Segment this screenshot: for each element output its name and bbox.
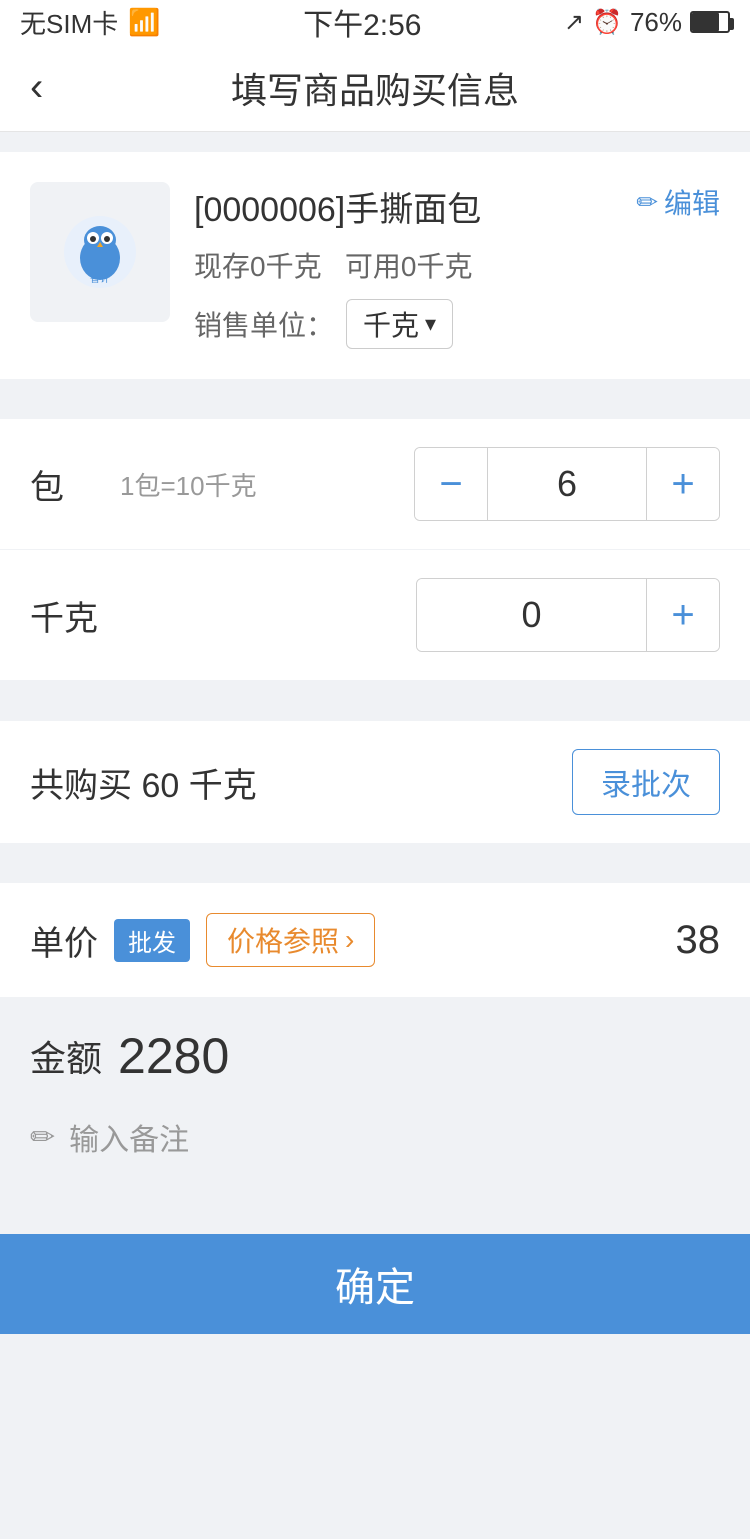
back-button[interactable]: ‹ xyxy=(30,55,63,120)
battery-icon xyxy=(690,11,730,33)
alarm-icon: ⏰ xyxy=(592,8,622,37)
amount-row: 金额 2280 xyxy=(30,1027,720,1085)
unit-sublabel-bag: 1包=10千克 xyxy=(120,466,414,503)
unit-label-kg: 千克 xyxy=(30,591,110,640)
edit-icon: ✏ xyxy=(636,187,658,218)
dropdown-icon: ▾ xyxy=(425,311,436,337)
product-info: [0000006]手撕面包 ✏ 编辑 现存0千克 可用0千克 销售单位： 千克 … xyxy=(194,182,720,349)
divider-3 xyxy=(0,843,750,863)
qty-input-bag[interactable] xyxy=(487,448,647,520)
amount-label: 金额 xyxy=(30,1030,102,1082)
plus-button-kg[interactable]: + xyxy=(647,579,719,651)
carrier-label: 无SIM卡 xyxy=(20,4,118,41)
amount-value: 2280 xyxy=(118,1027,229,1085)
edit-button[interactable]: ✏ 编辑 xyxy=(636,182,720,222)
page-title: 填写商品购买信息 xyxy=(231,62,519,114)
svg-text:智计: 智计 xyxy=(90,272,110,285)
unit-label-bag: 包 xyxy=(30,460,110,509)
remark-icon: ✏ xyxy=(30,1120,55,1155)
nav-bar: ‹ 填写商品购买信息 xyxy=(0,44,750,132)
summary-text: 共购买 60 千克 xyxy=(30,758,257,807)
product-image: 智计 xyxy=(30,182,170,322)
price-badge: 批发 xyxy=(114,919,190,962)
price-label: 单价 xyxy=(30,916,98,965)
wifi-icon: 📶 xyxy=(128,7,160,38)
divider-2 xyxy=(0,681,750,701)
price-ref-icon: › xyxy=(345,924,354,956)
qty-input-kg[interactable] xyxy=(417,579,647,651)
product-stock: 现存0千克 可用0千克 xyxy=(194,245,720,285)
product-card: 智计 [0000006]手撕面包 ✏ 编辑 现存0千克 可用0千克 销售单位： … xyxy=(0,152,750,379)
price-ref-button[interactable]: 价格参照 › xyxy=(206,913,375,967)
confirm-bar[interactable]: 确定 xyxy=(0,1234,750,1334)
status-bar: 无SIM卡 📶 下午2:56 ↗ ⏰ 76% xyxy=(0,0,750,44)
batch-button[interactable]: 录批次 xyxy=(572,749,720,815)
quantity-control-kg: + xyxy=(416,578,720,652)
battery-label: 76% xyxy=(630,7,682,38)
status-right: ↗ ⏰ 76% xyxy=(564,7,730,38)
quantity-row-kg: 千克 + xyxy=(0,550,750,681)
divider-1 xyxy=(0,379,750,399)
quantity-control-bag: − + xyxy=(414,447,720,521)
remark-row[interactable]: ✏ 输入备注 xyxy=(30,1105,720,1169)
location-icon: ↗ xyxy=(564,8,584,37)
price-row: 单价 批发 价格参照 › 38 xyxy=(30,913,720,997)
plus-button-bag[interactable]: + xyxy=(647,448,719,520)
amount-section: 金额 2280 ✏ 输入备注 xyxy=(0,997,750,1189)
quantity-section: 包 1包=10千克 − + 千克 + xyxy=(0,419,750,681)
product-name: [0000006]手撕面包 xyxy=(194,182,481,231)
confirm-button[interactable]: 确定 xyxy=(335,1255,415,1313)
price-ref-label: 价格参照 xyxy=(227,920,339,960)
unit-select[interactable]: 千克 ▾ xyxy=(346,299,453,349)
price-section: 单价 批发 价格参照 › 38 xyxy=(0,883,750,997)
product-unit: 销售单位： 千克 ▾ xyxy=(194,299,720,349)
product-logo: 智计 xyxy=(60,212,140,292)
summary-row: 共购买 60 千克 录批次 xyxy=(0,721,750,843)
status-left: 无SIM卡 📶 xyxy=(20,4,161,41)
minus-button-bag[interactable]: − xyxy=(415,448,487,520)
quantity-row-bag: 包 1包=10千克 − + xyxy=(0,419,750,550)
price-value: 38 xyxy=(676,918,721,963)
status-time: 下午2:56 xyxy=(303,0,421,44)
remark-placeholder: 输入备注 xyxy=(69,1115,189,1159)
